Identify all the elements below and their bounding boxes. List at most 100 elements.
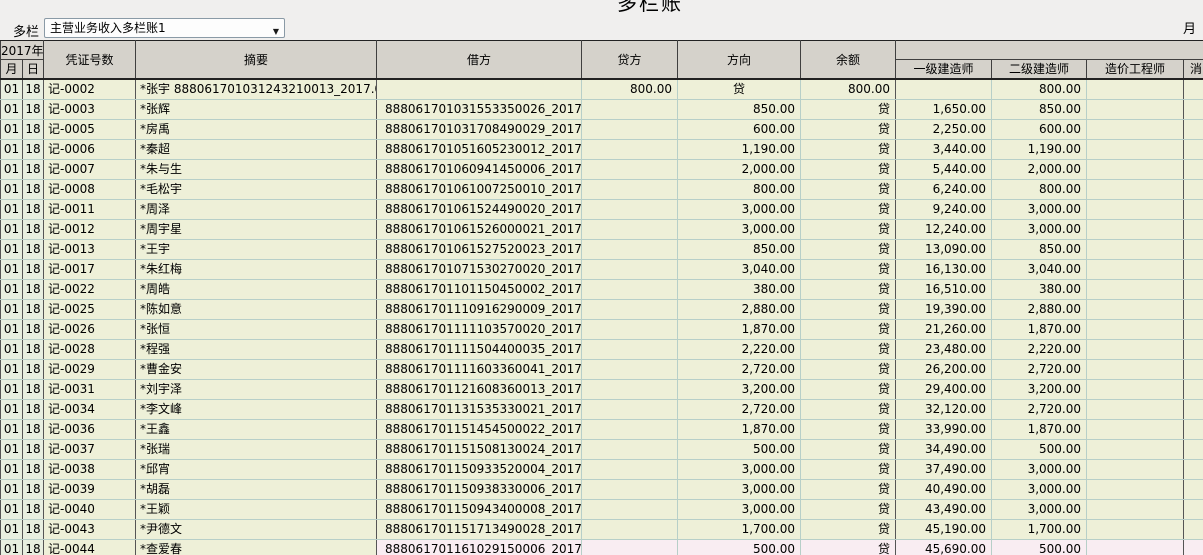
cell-voucher[interactable]: 记-0012 xyxy=(43,219,137,240)
cell-credit[interactable] xyxy=(581,159,679,180)
cell-level1-builder[interactable]: 45,190.00 xyxy=(895,519,993,540)
cell-level2-builder[interactable]: 2,720.00 xyxy=(991,359,1088,380)
cell-level2-builder[interactable]: 850.00 xyxy=(991,239,1088,260)
cell-debit[interactable]: 888061701150943400008_2017.01.15 xyxy=(376,499,583,520)
cell-level2-builder[interactable]: 800.00 xyxy=(991,78,1088,100)
cell-direction[interactable]: 380.00 xyxy=(677,279,802,300)
cell-cost-engineer[interactable] xyxy=(1086,139,1185,160)
cell-credit[interactable]: 800.00 xyxy=(581,78,679,100)
cell-direction[interactable]: 1,870.00 xyxy=(677,419,802,440)
cell-cost-engineer[interactable] xyxy=(1086,179,1185,200)
cell-voucher[interactable]: 记-0039 xyxy=(43,479,137,500)
cell-day[interactable]: 18 xyxy=(22,99,45,120)
table-row[interactable]: 01 18 记-0008 *毛松宇 888061701061007250010_2017… xyxy=(0,179,1203,200)
table-row[interactable]: 01 18 记-0002 *张宇 888061701031243210013_2017… xyxy=(0,78,1203,100)
cell-level1-builder[interactable]: 23,480.00 xyxy=(895,339,993,360)
cell-extra[interactable] xyxy=(1183,459,1203,480)
cell-summary[interactable]: *查爱春 xyxy=(135,539,378,555)
cell-month[interactable]: 01 xyxy=(0,439,23,460)
cell-balance[interactable]: 贷 xyxy=(800,499,897,520)
cell-month[interactable]: 01 xyxy=(0,78,23,100)
cell-direction[interactable]: 3,000.00 xyxy=(677,479,802,500)
cell-level2-builder[interactable]: 2,720.00 xyxy=(991,399,1088,420)
cell-extra[interactable] xyxy=(1183,339,1203,360)
cell-credit[interactable] xyxy=(581,539,679,555)
table-row[interactable]: 01 18 记-0029 *曹金安 888061701111603360041_2017… xyxy=(0,359,1203,380)
cell-balance[interactable]: 贷 xyxy=(800,319,897,340)
cell-cost-engineer[interactable] xyxy=(1086,259,1185,280)
cell-extra[interactable] xyxy=(1183,379,1203,400)
cell-extra[interactable] xyxy=(1183,479,1203,500)
cell-direction[interactable]: 1,190.00 xyxy=(677,139,802,160)
cell-balance[interactable]: 贷 xyxy=(800,99,897,120)
cell-debit[interactable]: 888061701161029150006_2017.01.16 xyxy=(376,539,583,555)
dropdown-arrow-icon[interactable]: ▼ xyxy=(273,23,279,37)
cell-balance[interactable]: 贷 xyxy=(800,259,897,280)
cell-day[interactable]: 18 xyxy=(22,379,45,400)
cell-month[interactable]: 01 xyxy=(0,199,23,220)
cell-voucher[interactable]: 记-0007 xyxy=(43,159,137,180)
cell-level1-builder[interactable]: 12,240.00 xyxy=(895,219,993,240)
cell-direction[interactable]: 600.00 xyxy=(677,119,802,140)
cell-day[interactable]: 18 xyxy=(22,439,45,460)
cell-debit[interactable]: 888061701111603360041_2017.01.11 xyxy=(376,359,583,380)
cell-direction[interactable]: 850.00 xyxy=(677,99,802,120)
table-row[interactable]: 0118记-0022*周皓888061701101150450002_2017.… xyxy=(0,279,1203,300)
cell-debit[interactable]: 888061701101150450002_2017.01.10 xyxy=(376,279,583,300)
cell-extra[interactable] xyxy=(1183,359,1203,380)
cell-direction[interactable]: 3,040.00 xyxy=(677,259,802,280)
cell-month[interactable]: 01 xyxy=(0,319,23,340)
cell-credit[interactable] xyxy=(581,399,679,420)
cell-extra[interactable] xyxy=(1183,199,1203,220)
cell-month[interactable]: 01 xyxy=(0,239,23,260)
cell-cost-engineer[interactable] xyxy=(1086,539,1185,555)
cell-level2-builder[interactable]: 600.00 xyxy=(991,119,1088,140)
cell-debit[interactable]: 888061701111103570020_2017.01.11 xyxy=(376,319,583,340)
cell-level2-builder[interactable]: 1,870.00 xyxy=(991,419,1088,440)
cell-balance[interactable]: 贷 xyxy=(800,519,897,540)
cell-level2-builder[interactable]: 2,220.00 xyxy=(991,339,1088,360)
cell-direction[interactable]: 3,000.00 xyxy=(677,459,802,480)
cell-level2-builder[interactable]: 800.00 xyxy=(991,179,1088,200)
cell-month[interactable]: 01 xyxy=(0,339,23,360)
cell-summary[interactable]: *程强 xyxy=(135,339,378,360)
cell-direction[interactable]: 2,000.00 xyxy=(677,159,802,180)
table-row[interactable]: 01 18 记-0017 *朱红梅 888061701071530270020_2017… xyxy=(0,259,1203,280)
cell-summary[interactable]: *张辉 xyxy=(135,99,378,120)
cell-debit[interactable]: 888061701031708490029_2017.01.03 xyxy=(376,119,583,140)
cell-credit[interactable] xyxy=(581,239,679,260)
cell-cost-engineer[interactable] xyxy=(1086,279,1185,300)
cell-debit[interactable]: 888061701061526000021_2017.01.06 xyxy=(376,219,583,240)
cell-balance[interactable]: 贷 xyxy=(800,219,897,240)
cell-level2-builder[interactable]: 1,700.00 xyxy=(991,519,1088,540)
cell-balance[interactable]: 贷 xyxy=(800,399,897,420)
cell-extra[interactable] xyxy=(1183,99,1203,120)
cell-balance[interactable]: 贷 xyxy=(800,379,897,400)
cell-direction[interactable]: 2,720.00 xyxy=(677,359,802,380)
cell-voucher[interactable]: 记-0043 xyxy=(43,519,137,540)
cell-day[interactable]: 18 xyxy=(22,419,45,440)
cell-direction[interactable]: 1,700.00 xyxy=(677,519,802,540)
cell-level1-builder[interactable]: 5,440.00 xyxy=(895,159,993,180)
cell-balance[interactable]: 贷 xyxy=(800,159,897,180)
cell-month[interactable]: 01 xyxy=(0,399,23,420)
cell-level2-builder[interactable]: 3,040.00 xyxy=(991,259,1088,280)
cell-voucher[interactable]: 记-0029 xyxy=(43,359,137,380)
cell-direction[interactable]: 500.00 xyxy=(677,439,802,460)
cell-level1-builder[interactable]: 33,990.00 xyxy=(895,419,993,440)
cell-day[interactable]: 18 xyxy=(22,459,45,480)
cell-voucher[interactable]: 记-0013 xyxy=(43,239,137,260)
cell-debit[interactable]: 888061701150938330006_2017.01.15 xyxy=(376,479,583,500)
cell-voucher[interactable]: 记-0026 xyxy=(43,319,137,340)
cell-balance[interactable]: 贷 xyxy=(800,459,897,480)
cell-credit[interactable] xyxy=(581,459,679,480)
cell-direction[interactable]: 2,880.00 xyxy=(677,299,802,320)
cell-level1-builder[interactable]: 9,240.00 xyxy=(895,199,993,220)
cell-level1-builder[interactable]: 40,490.00 xyxy=(895,479,993,500)
cell-level1-builder[interactable]: 45,690.00 xyxy=(895,539,993,555)
cell-direction[interactable]: 800.00 xyxy=(677,179,802,200)
cell-debit[interactable]: 888061701061527520023_2017.01.06 xyxy=(376,239,583,260)
cell-extra[interactable] xyxy=(1183,119,1203,140)
cell-month[interactable]: 01 xyxy=(0,539,23,555)
cell-cost-engineer[interactable] xyxy=(1086,299,1185,320)
